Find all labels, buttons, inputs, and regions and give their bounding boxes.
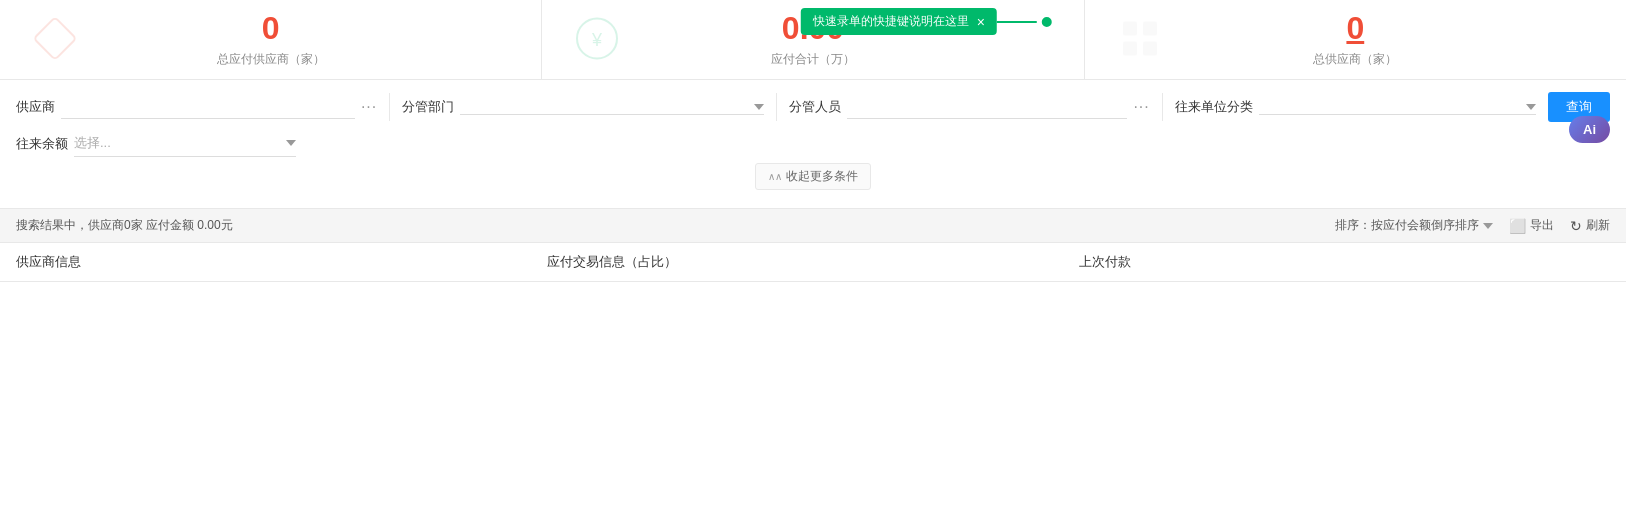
stat-total-payable-suppliers: 0 总应付供应商（家） bbox=[0, 0, 542, 79]
results-actions: 排序：按应付会额倒序排序 ⬜ 导出 ↻ 刷新 bbox=[1335, 217, 1610, 234]
balance-select[interactable]: 选择... bbox=[74, 130, 296, 157]
person-label: 分管人员 bbox=[789, 98, 841, 116]
department-chevron-icon bbox=[754, 104, 764, 110]
collapse-label: 收起更多条件 bbox=[786, 168, 858, 185]
supplier-input[interactable] bbox=[61, 95, 355, 119]
department-select[interactable] bbox=[460, 100, 763, 115]
filter-department: 分管部门 bbox=[402, 98, 763, 116]
collapse-up-icon: ∧∧ bbox=[768, 171, 782, 182]
filter-supplier: 供应商 ··· bbox=[16, 95, 377, 119]
export-btn[interactable]: ⬜ 导出 bbox=[1509, 217, 1554, 234]
refresh-btn[interactable]: ↻ 刷新 bbox=[1570, 217, 1610, 234]
grid-icon bbox=[1115, 13, 1165, 66]
svg-rect-6 bbox=[1143, 41, 1157, 55]
filters-bar: 供应商 ··· 分管部门 分管人员 ··· 往来单位分类 bbox=[0, 80, 1626, 209]
sort-select[interactable]: 排序：按应付会额倒序排序 bbox=[1335, 217, 1493, 234]
export-icon: ⬜ bbox=[1509, 218, 1526, 234]
ai-button[interactable]: Ai bbox=[1569, 116, 1610, 143]
person-dots-btn[interactable]: ··· bbox=[1133, 98, 1149, 116]
balance-chevron-icon bbox=[286, 140, 296, 146]
filters-row-2: 往来余额 选择... bbox=[16, 130, 1610, 157]
col-supplier-info: 供应商信息 bbox=[16, 253, 547, 271]
stat-label-1: 总应付供应商（家） bbox=[217, 51, 325, 68]
balance-placeholder: 选择... bbox=[74, 134, 111, 152]
sort-chevron-icon bbox=[1483, 223, 1493, 229]
svg-text:¥: ¥ bbox=[591, 29, 603, 49]
stat-label-3: 总供应商（家） bbox=[1313, 51, 1397, 68]
filters-row-1: 供应商 ··· 分管部门 分管人员 ··· 往来单位分类 bbox=[16, 92, 1610, 122]
stat-label-2: 应付合计（万） bbox=[771, 51, 855, 68]
table-header: 供应商信息 应付交易信息（占比） 上次付款 bbox=[0, 243, 1626, 282]
collapse-btn[interactable]: ∧∧ 收起更多条件 bbox=[755, 163, 871, 190]
divider-3 bbox=[1162, 93, 1163, 121]
stat-total-suppliers: 0 总供应商（家） bbox=[1085, 0, 1626, 79]
sort-label: 排序：按应付会额倒序排序 bbox=[1335, 217, 1479, 234]
tooltip-dot bbox=[1042, 17, 1052, 27]
col-last-payment: 上次付款 bbox=[1079, 253, 1610, 271]
balance-label: 往来余额 bbox=[16, 135, 68, 153]
results-summary: 搜索结果中，供应商0家 应付金额 0.00元 bbox=[16, 217, 233, 234]
table-body bbox=[0, 282, 1626, 515]
stats-bar: 0 总应付供应商（家） ¥ 0.00 应付合计（万） 快速录单的快捷键说明在这里… bbox=[0, 0, 1626, 80]
tooltip-bubble: 快速录单的快捷键说明在这里 × bbox=[801, 8, 997, 35]
divider-2 bbox=[776, 93, 777, 121]
person-input[interactable] bbox=[847, 95, 1128, 119]
results-bar: 搜索结果中，供应商0家 应付金额 0.00元 排序：按应付会额倒序排序 ⬜ 导出… bbox=[0, 209, 1626, 243]
svg-rect-5 bbox=[1123, 41, 1137, 55]
supplier-label: 供应商 bbox=[16, 98, 55, 116]
col-payable-transaction: 应付交易信息（占比） bbox=[547, 253, 1078, 271]
tooltip-text: 快速录单的快捷键说明在这里 bbox=[813, 13, 969, 30]
svg-rect-0 bbox=[34, 17, 76, 59]
stat-number-3: 0 bbox=[1346, 11, 1364, 46]
coin-icon: ¥ bbox=[572, 13, 622, 66]
tooltip-close-btn[interactable]: × bbox=[977, 15, 985, 29]
filter-balance: 往来余额 选择... bbox=[16, 130, 296, 157]
filter-person: 分管人员 ··· bbox=[789, 95, 1150, 119]
collapse-row: ∧∧ 收起更多条件 bbox=[16, 157, 1610, 196]
filter-unit-class: 往来单位分类 bbox=[1175, 98, 1536, 116]
refresh-icon: ↻ bbox=[1570, 218, 1582, 234]
refresh-label: 刷新 bbox=[1586, 217, 1610, 234]
supplier-dots-btn[interactable]: ··· bbox=[361, 98, 377, 116]
export-label: 导出 bbox=[1530, 217, 1554, 234]
unit-class-chevron-icon bbox=[1526, 104, 1536, 110]
unit-class-select[interactable] bbox=[1259, 100, 1536, 115]
stat-number-1: 0 bbox=[262, 11, 280, 46]
diamond-icon bbox=[30, 13, 80, 66]
department-label: 分管部门 bbox=[402, 98, 454, 116]
svg-rect-3 bbox=[1123, 21, 1137, 35]
unit-class-label: 往来单位分类 bbox=[1175, 98, 1253, 116]
stat-payable-total: ¥ 0.00 应付合计（万） 快速录单的快捷键说明在这里 × bbox=[542, 0, 1084, 79]
svg-rect-4 bbox=[1143, 21, 1157, 35]
divider-1 bbox=[389, 93, 390, 121]
